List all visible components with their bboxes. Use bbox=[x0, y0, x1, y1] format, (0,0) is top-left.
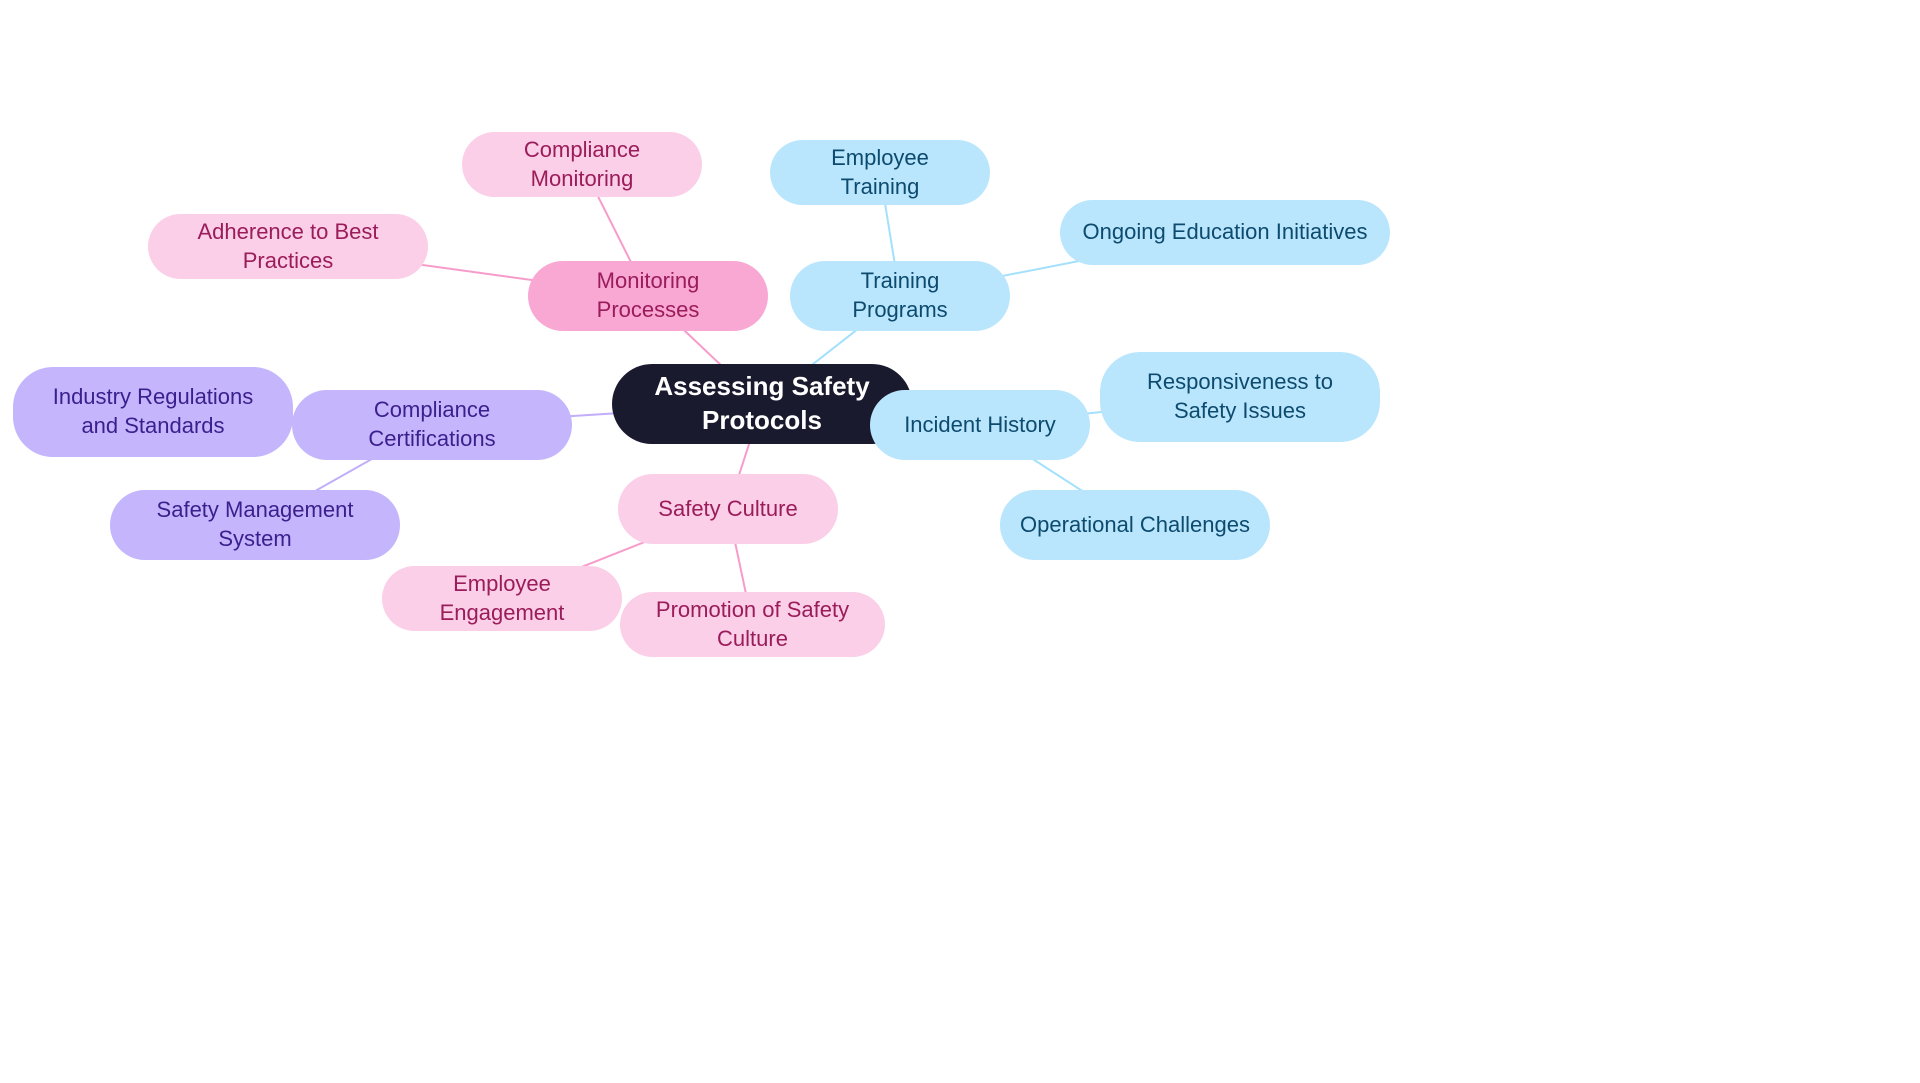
safety-culture-node: Safety Culture bbox=[618, 474, 838, 544]
safety-mgmt-node: Safety Management System bbox=[110, 490, 400, 560]
compliance-monitoring-label: Compliance Monitoring bbox=[482, 136, 682, 193]
compliance-monitoring-node: Compliance Monitoring bbox=[462, 132, 702, 197]
responsiveness-label: Responsiveness to Safety Issues bbox=[1120, 368, 1360, 425]
employee-engagement-label: Employee Engagement bbox=[402, 570, 602, 627]
ongoing-education-node: Ongoing Education Initiatives bbox=[1060, 200, 1390, 265]
compliance-certs-node: Compliance Certifications bbox=[292, 390, 572, 460]
operational-challenges-node: Operational Challenges bbox=[1000, 490, 1270, 560]
promotion-node: Promotion of Safety Culture bbox=[620, 592, 885, 657]
industry-regs-node: Industry Regulations and Standards bbox=[13, 367, 293, 457]
compliance-certs-label: Compliance Certifications bbox=[312, 396, 552, 453]
training-programs-node: Training Programs bbox=[790, 261, 1010, 331]
operational-challenges-label: Operational Challenges bbox=[1020, 511, 1250, 540]
monitoring-processes-node: Monitoring Processes bbox=[528, 261, 768, 331]
promotion-label: Promotion of Safety Culture bbox=[640, 596, 865, 653]
industry-regs-label: Industry Regulations and Standards bbox=[33, 383, 273, 440]
employee-engagement-node: Employee Engagement bbox=[382, 566, 622, 631]
incident-history-node: Incident History bbox=[870, 390, 1090, 460]
center-node: Assessing Safety Protocols bbox=[612, 364, 912, 444]
incident-history-label: Incident History bbox=[904, 411, 1056, 440]
monitoring-processes-label: Monitoring Processes bbox=[548, 267, 748, 324]
employee-training-label: Employee Training bbox=[790, 144, 970, 201]
employee-training-node: Employee Training bbox=[770, 140, 990, 205]
responsiveness-node: Responsiveness to Safety Issues bbox=[1100, 352, 1380, 442]
safety-mgmt-label: Safety Management System bbox=[130, 496, 380, 553]
ongoing-education-label: Ongoing Education Initiatives bbox=[1083, 218, 1368, 247]
safety-culture-label: Safety Culture bbox=[658, 495, 797, 524]
adherence-node: Adherence to Best Practices bbox=[148, 214, 428, 279]
adherence-label: Adherence to Best Practices bbox=[168, 218, 408, 275]
training-programs-label: Training Programs bbox=[810, 267, 990, 324]
center-label: Assessing Safety Protocols bbox=[632, 370, 892, 438]
